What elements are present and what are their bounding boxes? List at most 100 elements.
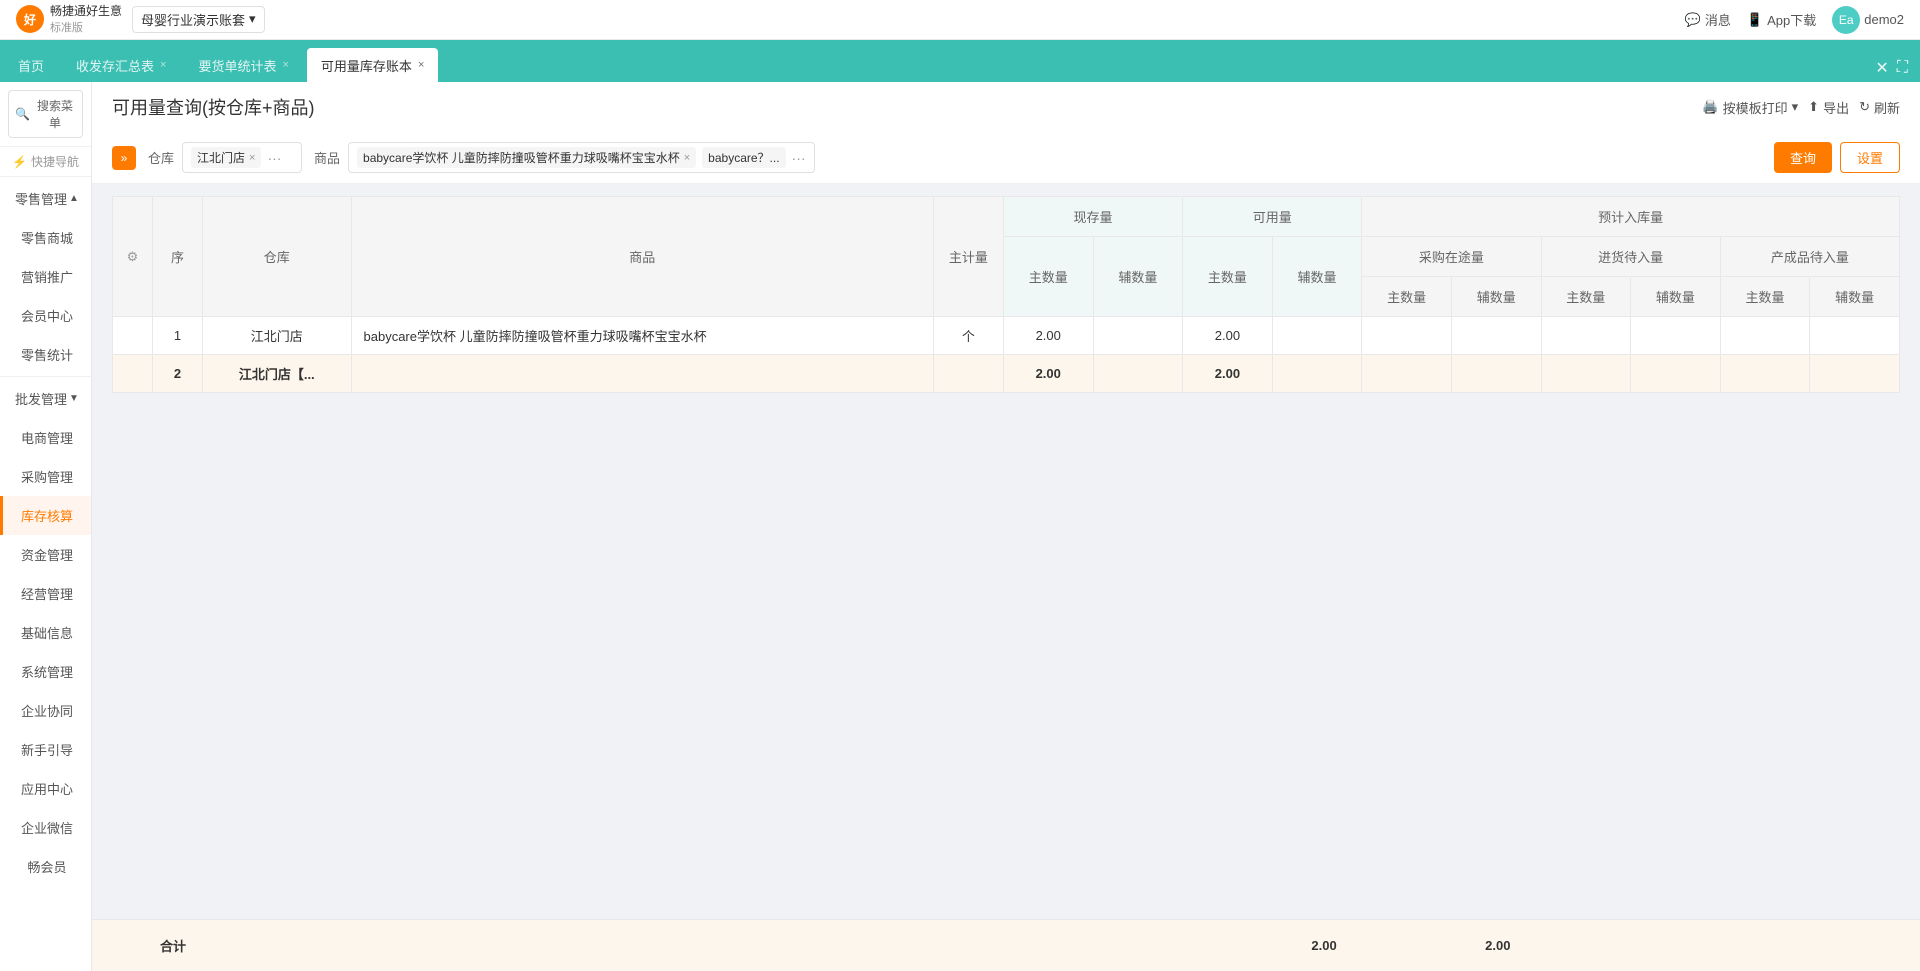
- footer-pur-main: [1609, 928, 1658, 963]
- sidebar-finance-label: 资金管理: [21, 545, 73, 564]
- search-menu-label: 搜索菜单: [34, 97, 76, 131]
- footer-total: 合计 2.00 2.00: [92, 919, 1920, 971]
- sidebar-item-wechat[interactable]: 企业微信: [0, 808, 91, 847]
- row-unit-cell: 个: [933, 317, 1003, 355]
- row-no-cell: 1: [153, 317, 203, 355]
- refresh-button[interactable]: ↻ 刷新: [1859, 98, 1900, 117]
- footer-in-main: [1706, 928, 1755, 963]
- row-stock-aux-cell: [1093, 317, 1183, 355]
- settings-button[interactable]: 设置: [1840, 142, 1900, 173]
- col-prod-pending-main: 主数量: [1720, 277, 1810, 317]
- subtotal-avail-main-cell: 2.00: [1183, 355, 1273, 393]
- row-warehouse-cell: 江北门店: [203, 317, 352, 355]
- footer-avail-main: 2.00: [1435, 928, 1560, 963]
- sidebar-inventory-label: 库存核算: [21, 506, 73, 525]
- query-button[interactable]: 查询: [1774, 142, 1832, 173]
- sidebar-enterprise-label: 企业协同: [21, 701, 73, 720]
- export-button[interactable]: ⬆ 导出: [1808, 98, 1849, 117]
- industry-selector[interactable]: 母婴行业演示账套 ▾: [132, 6, 265, 33]
- sidebar-item-newbie[interactable]: 新手引导: [0, 730, 91, 769]
- product-tag-close[interactable]: ×: [684, 152, 690, 164]
- sidebar-marketing-label: 营销推广: [21, 267, 73, 286]
- sidebar-apps-label: 应用中心: [21, 779, 73, 798]
- sidebar-item-member[interactable]: 会员中心: [0, 296, 91, 335]
- row-pur-transit-aux-cell: [1451, 317, 1541, 355]
- product-filter-label: 商品: [314, 148, 340, 167]
- subtotal-in-aux-cell: [1631, 355, 1721, 393]
- refresh-icon: ↻: [1859, 99, 1870, 115]
- sidebar-item-inventory[interactable]: 库存核算: [0, 496, 91, 535]
- print-button[interactable]: 🖨️ 按模板打印 ▾: [1702, 98, 1798, 117]
- footer-total-table: 合计 2.00 2.00: [112, 928, 1900, 963]
- tab-stockbook[interactable]: 可用量库存账本 ×: [307, 48, 438, 82]
- print-icon: 🖨️: [1702, 99, 1718, 115]
- tab-orderstat[interactable]: 要货单统计表 ×: [184, 48, 302, 82]
- sidebar-purchase-label: 采购管理: [21, 467, 73, 486]
- sidebar-search-area: 🔍 搜索菜单: [0, 82, 91, 147]
- export-label: 导出: [1823, 98, 1849, 117]
- logo-subtext: 标准版: [50, 19, 122, 35]
- sidebar-item-basic[interactable]: 基础信息: [0, 613, 91, 652]
- footer-prod-main: [1803, 928, 1852, 963]
- col-stock-header: 现存量: [1003, 197, 1182, 237]
- data-table: ⚙ 序 仓库 商品 主计量 现存量 可用量 预计入库量 主数量 辅数量 主数量: [112, 196, 1900, 393]
- content-area: 可用量查询(按仓库+商品) 🖨️ 按模板打印 ▾ ⬆ 导出 ↻ 刷新: [92, 82, 1920, 971]
- maximize-icon[interactable]: ⛶: [1897, 59, 1908, 77]
- user-profile[interactable]: Ea demo2: [1832, 6, 1904, 34]
- subtotal-stock-main-cell: 2.00: [1003, 355, 1093, 393]
- product-extra-tag: babycare？...: [702, 147, 785, 168]
- product-tag: babycare学饮杯 儿童防摔防撞吸管杯重力球吸嘴杯宝宝水杯 ×: [357, 147, 696, 168]
- download-label: App下载: [1767, 10, 1816, 29]
- warehouse-ellipsis[interactable]: ···: [267, 150, 281, 166]
- product-extra-label: babycare？...: [708, 149, 779, 166]
- sidebar-item-retail-mall[interactable]: 零售商城: [0, 218, 91, 257]
- sidebar-item-apps[interactable]: 应用中心: [0, 769, 91, 808]
- row-product-cell: babycare学饮杯 儿童防摔防撞吸管杯重力球吸嘴杯宝宝水杯: [351, 317, 933, 355]
- warehouse-filter-input[interactable]: 江北门店 × ···: [182, 142, 302, 173]
- sidebar-retail-label: 零售管理: [15, 189, 67, 208]
- row-settings-cell: [113, 317, 153, 355]
- col-avail-aux-header: 辅数量: [1272, 237, 1362, 317]
- footer-in-aux: [1754, 928, 1803, 963]
- print-arrow: ▾: [1792, 99, 1799, 115]
- sidebar-item-operation[interactable]: 经营管理: [0, 574, 91, 613]
- message-label: 消息: [1705, 10, 1731, 29]
- row-prod-pending-aux-cell: [1810, 317, 1900, 355]
- sidebar-item-member2[interactable]: 畅会员: [0, 847, 91, 886]
- sidebar-basic-label: 基础信息: [21, 623, 73, 642]
- sidebar-retail-mall-label: 零售商城: [21, 228, 73, 247]
- sidebar-item-enterprise[interactable]: 企业协同: [0, 691, 91, 730]
- footer-unit-cell: [1191, 928, 1261, 963]
- col-pur-transit-main: 主数量: [1362, 277, 1452, 317]
- message-button[interactable]: 💬 消息: [1685, 10, 1731, 29]
- product-filter-input[interactable]: babycare学饮杯 儿童防摔防撞吸管杯重力球吸嘴杯宝宝水杯 × babyca…: [348, 142, 815, 173]
- column-settings-icon[interactable]: ⚙: [123, 247, 143, 267]
- close-tab-icon[interactable]: ✕: [1875, 58, 1888, 78]
- tab-orderstat-close[interactable]: ×: [282, 59, 288, 71]
- col-pur-transit-aux: 辅数量: [1451, 277, 1541, 317]
- sidebar-item-marketing[interactable]: 营销推广: [0, 257, 91, 296]
- warehouse-tag-close[interactable]: ×: [249, 152, 255, 164]
- sidebar-item-finance[interactable]: 资金管理: [0, 535, 91, 574]
- app-download-button[interactable]: 📱 App下载: [1747, 10, 1816, 29]
- warehouse-tag: 江北门店 ×: [191, 147, 261, 168]
- sidebar-item-system[interactable]: 系统管理: [0, 652, 91, 691]
- sidebar-item-purchase[interactable]: 采购管理: [0, 457, 91, 496]
- subtotal-avail-aux-cell: [1272, 355, 1362, 393]
- search-menu-button[interactable]: 🔍 搜索菜单: [8, 90, 83, 138]
- tab-receivable[interactable]: 收发存汇总表 ×: [62, 48, 180, 82]
- sidebar-divider-1: [0, 176, 91, 177]
- sidebar-item-retail-stat[interactable]: 零售统计: [0, 335, 91, 374]
- sidebar-divider-2: [0, 376, 91, 377]
- tab-receivable-close[interactable]: ×: [160, 59, 166, 71]
- sidebar-item-ecommerce[interactable]: 电商管理: [0, 418, 91, 457]
- product-ellipsis[interactable]: ···: [792, 150, 806, 166]
- sidebar-item-wholesale[interactable]: 批发管理 ▼: [0, 379, 91, 418]
- tab-home[interactable]: 首页: [4, 48, 58, 82]
- sidebar-item-retail[interactable]: 零售管理 ▲: [0, 179, 91, 218]
- footer-label-cell: 合计: [152, 928, 202, 963]
- filter-expand-button[interactable]: »: [112, 146, 136, 170]
- tab-stockbook-close[interactable]: ×: [418, 59, 424, 71]
- quick-nav-button[interactable]: ⚡ 快捷导航: [0, 147, 91, 174]
- footer-stock-aux: [1387, 928, 1436, 963]
